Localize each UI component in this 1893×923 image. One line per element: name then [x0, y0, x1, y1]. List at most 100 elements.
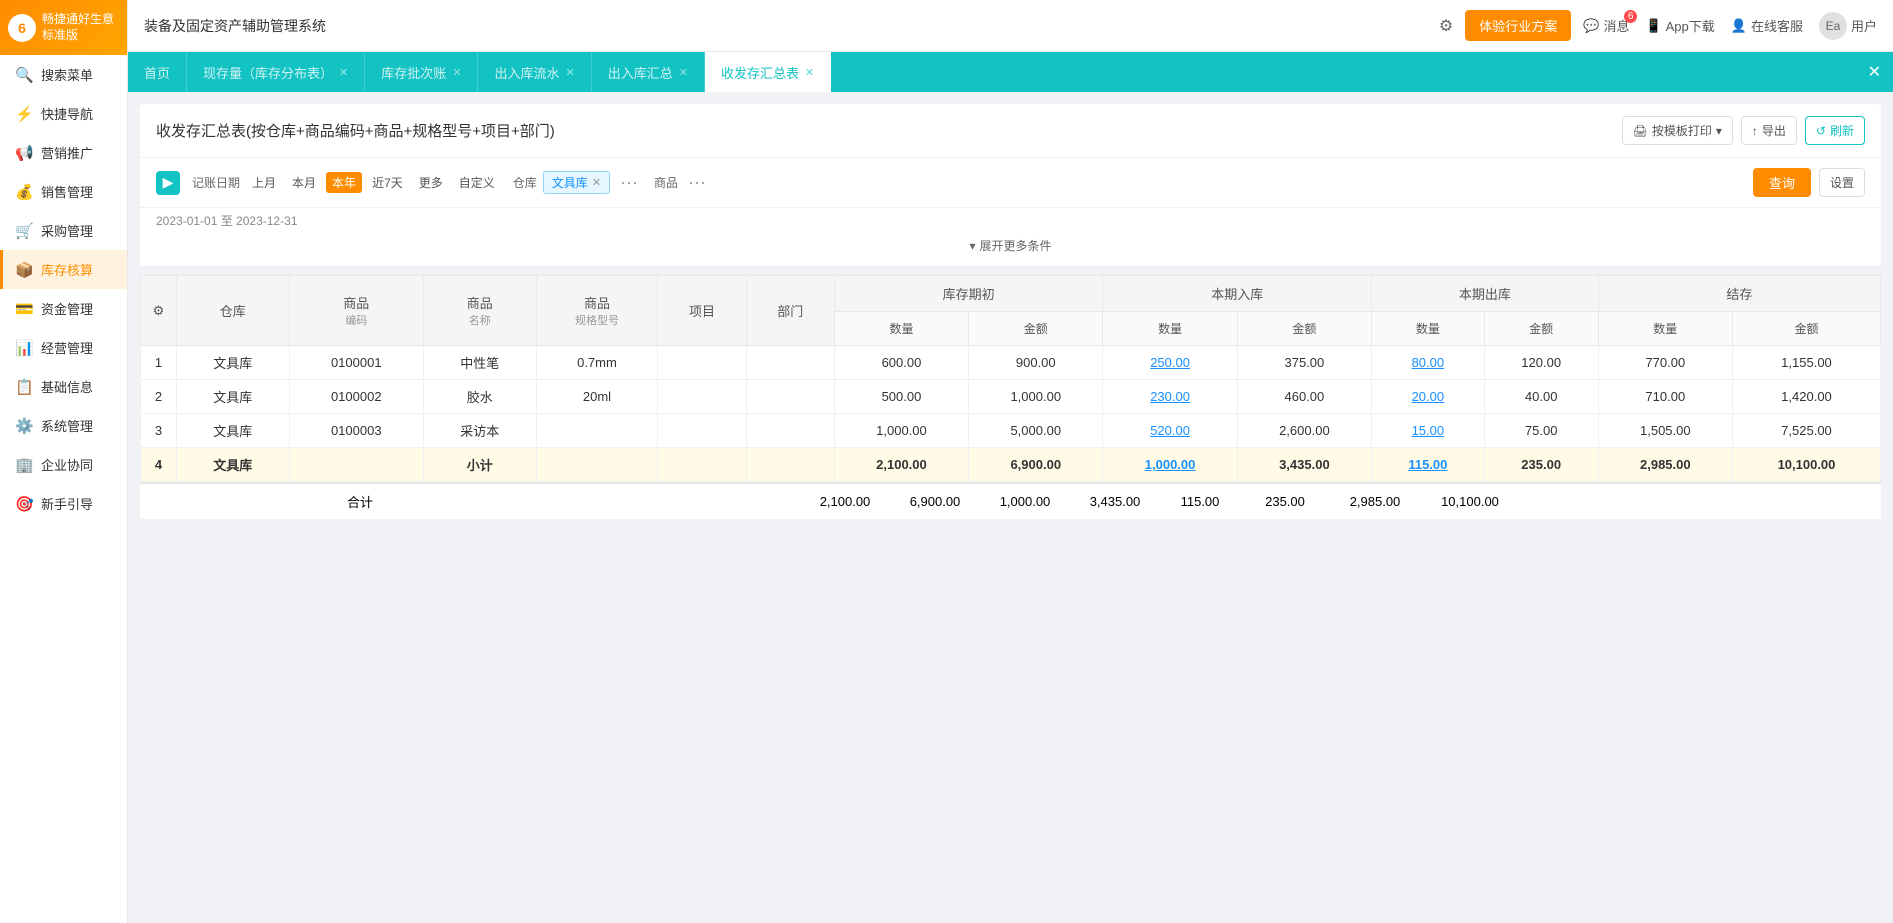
cell-in-qty: 1,000.00: [1103, 448, 1237, 482]
cell-open-qty: 600.00: [834, 346, 968, 380]
warehouse-more-icon[interactable]: ···: [616, 172, 642, 193]
th-open-qty: 数量: [834, 312, 968, 346]
in-qty-link[interactable]: 250.00: [1150, 355, 1190, 370]
set-button[interactable]: 设置: [1819, 168, 1865, 197]
print-button[interactable]: 🖨 按模板打印 ▾: [1622, 116, 1733, 145]
footer-out-amt: 235.00: [1240, 494, 1330, 509]
cell-project: [658, 448, 746, 482]
sidebar-item-basic[interactable]: 📋基础信息: [0, 367, 127, 406]
expand-more-button[interactable]: ▾ 展开更多条件: [959, 233, 1061, 258]
period-btn-近7天[interactable]: 近7天: [366, 172, 409, 193]
cell-out-amt: 40.00: [1484, 380, 1598, 414]
out-qty-link[interactable]: 20.00: [1412, 389, 1445, 404]
sidebar-item-operation[interactable]: 📊经营管理: [0, 328, 127, 367]
warehouse-tag[interactable]: 文具库 ✕: [543, 171, 610, 194]
tab-出入库汇总[interactable]: 出入库汇总 ✕: [592, 52, 705, 92]
query-button[interactable]: 查询: [1753, 168, 1811, 197]
cell-code: 0100003: [289, 414, 423, 448]
tab-收发存汇总表[interactable]: 收发存汇总表 ✕: [705, 52, 831, 92]
sidebar-icon-finance: 💳: [15, 300, 33, 318]
cell-open-amt: 900.00: [969, 346, 1103, 380]
sidebar-item-purchase[interactable]: 🛒采购管理: [0, 211, 127, 250]
expand-more-row: ▾ 展开更多条件: [140, 233, 1881, 267]
cell-open-amt: 6,900.00: [969, 448, 1103, 482]
th-department: 部门: [746, 276, 834, 346]
sidebar-icon-sales: 💰: [15, 183, 33, 201]
cell-warehouse: 文具库: [177, 380, 290, 414]
in-qty-link[interactable]: 1,000.00: [1145, 457, 1196, 472]
goods-more-icon[interactable]: ···: [684, 172, 710, 193]
period-btn-上月[interactable]: 上月: [246, 172, 282, 193]
tab-close-现存量（库存分布表）[interactable]: ✕: [339, 66, 348, 79]
sidebar-item-enterprise[interactable]: 🏢企业协同: [0, 445, 127, 484]
tab-出入库流水[interactable]: 出入库流水 ✕: [478, 52, 591, 92]
chevron-down-icon: ▾: [969, 239, 975, 253]
app-download-item[interactable]: 📱 App下载: [1645, 16, 1714, 35]
sidebar-item-sales[interactable]: 💰销售管理: [0, 172, 127, 211]
cell-in-amt: 460.00: [1237, 380, 1371, 414]
filter-card: 收发存汇总表(按仓库+商品编码+商品+规格型号+项目+部门) 🖨 按模板打印 ▾…: [140, 104, 1881, 267]
refresh-button[interactable]: ↺ 刷新: [1805, 116, 1865, 145]
cell-close-qty: 770.00: [1598, 346, 1732, 380]
out-qty-link[interactable]: 80.00: [1412, 355, 1445, 370]
sidebar-item-search[interactable]: 🔍搜索菜单: [0, 55, 127, 94]
th-warehouse: 仓库: [177, 276, 290, 346]
download-icon: 📱: [1645, 18, 1661, 34]
in-qty-link[interactable]: 520.00: [1150, 423, 1190, 438]
message-icon: 💬: [1583, 18, 1599, 34]
cell-department: [746, 380, 834, 414]
period-btn-本月[interactable]: 本月: [286, 172, 322, 193]
cell-department: [746, 346, 834, 380]
user-item[interactable]: Ea 用户: [1819, 12, 1877, 40]
sidebar-item-marketing[interactable]: 📢营销推广: [0, 133, 127, 172]
sidebar-item-quicknav[interactable]: ⚡快捷导航: [0, 94, 127, 133]
warehouse-tag-close[interactable]: ✕: [592, 176, 601, 189]
sidebar-item-inventory[interactable]: 📦库存核算: [0, 250, 127, 289]
th-close-amt: 金额: [1732, 312, 1880, 346]
tab-close-库存批次账[interactable]: ✕: [452, 66, 461, 79]
print-icon: 🖨: [1633, 124, 1648, 138]
tab-现存量（库存分布表）[interactable]: 现存量（库存分布表） ✕: [187, 52, 365, 92]
tab-首页[interactable]: 首页: [128, 52, 187, 92]
th-period-out: 本期出库: [1372, 276, 1599, 312]
cell-project: [658, 414, 746, 448]
filter-expand-arrow[interactable]: ▶: [156, 171, 180, 195]
message-icon-item[interactable]: 💬 消息 6: [1583, 16, 1629, 35]
cell-out-qty: 15.00: [1372, 414, 1485, 448]
sidebar-item-newbie[interactable]: 🎯新手引导: [0, 484, 127, 523]
out-qty-link[interactable]: 115.00: [1408, 457, 1447, 472]
th-settings[interactable]: ⚙: [141, 276, 177, 346]
online-service-item[interactable]: 👤 在线客服: [1731, 16, 1803, 35]
cell-out-qty: 115.00: [1372, 448, 1485, 482]
close-all-tabs-button[interactable]: ✕: [1856, 62, 1893, 82]
cell-no: 2: [141, 380, 177, 414]
tab-close-收发存汇总表[interactable]: ✕: [805, 66, 814, 79]
out-qty-link[interactable]: 15.00: [1412, 423, 1445, 438]
in-qty-link[interactable]: 230.00: [1150, 389, 1190, 404]
goods-filter-group: 商品 ···: [654, 172, 710, 193]
cell-out-amt: 235.00: [1484, 448, 1598, 482]
cell-open-qty: 1,000.00: [834, 414, 968, 448]
period-btn-更多[interactable]: 更多: [413, 172, 449, 193]
page-title-bar: 收发存汇总表(按仓库+商品编码+商品+规格型号+项目+部门) 🖨 按模板打印 ▾…: [140, 104, 1881, 158]
period-btn-本年[interactable]: 本年: [326, 172, 362, 193]
sidebar-item-system[interactable]: ⚙️系统管理: [0, 406, 127, 445]
export-button[interactable]: ↑ 导出: [1741, 116, 1797, 145]
sidebar-icon-search: 🔍: [15, 66, 33, 84]
cell-in-qty: 230.00: [1103, 380, 1237, 414]
period-btn-自定义[interactable]: 自定义: [453, 172, 501, 193]
gear-icon[interactable]: ⚙: [1439, 16, 1453, 36]
cell-close-amt: 1,420.00: [1732, 380, 1880, 414]
sidebar-item-finance[interactable]: 💳资金管理: [0, 289, 127, 328]
tab-close-出入库汇总[interactable]: ✕: [679, 66, 688, 79]
th-in-amt: 金额: [1237, 312, 1371, 346]
trial-button[interactable]: 体验行业方案: [1465, 10, 1571, 41]
th-goods-name: 商品名称: [423, 276, 536, 346]
table-row: 2 文具库 0100002 胶水 20ml 500.00 1,000.00 23…: [141, 380, 1881, 414]
app-logo: 6: [8, 14, 36, 42]
cell-in-qty: 520.00: [1103, 414, 1237, 448]
tab-库存批次账[interactable]: 库存批次账 ✕: [365, 52, 478, 92]
cell-department: [746, 414, 834, 448]
cell-open-amt: 5,000.00: [969, 414, 1103, 448]
tab-close-出入库流水[interactable]: ✕: [566, 66, 575, 79]
